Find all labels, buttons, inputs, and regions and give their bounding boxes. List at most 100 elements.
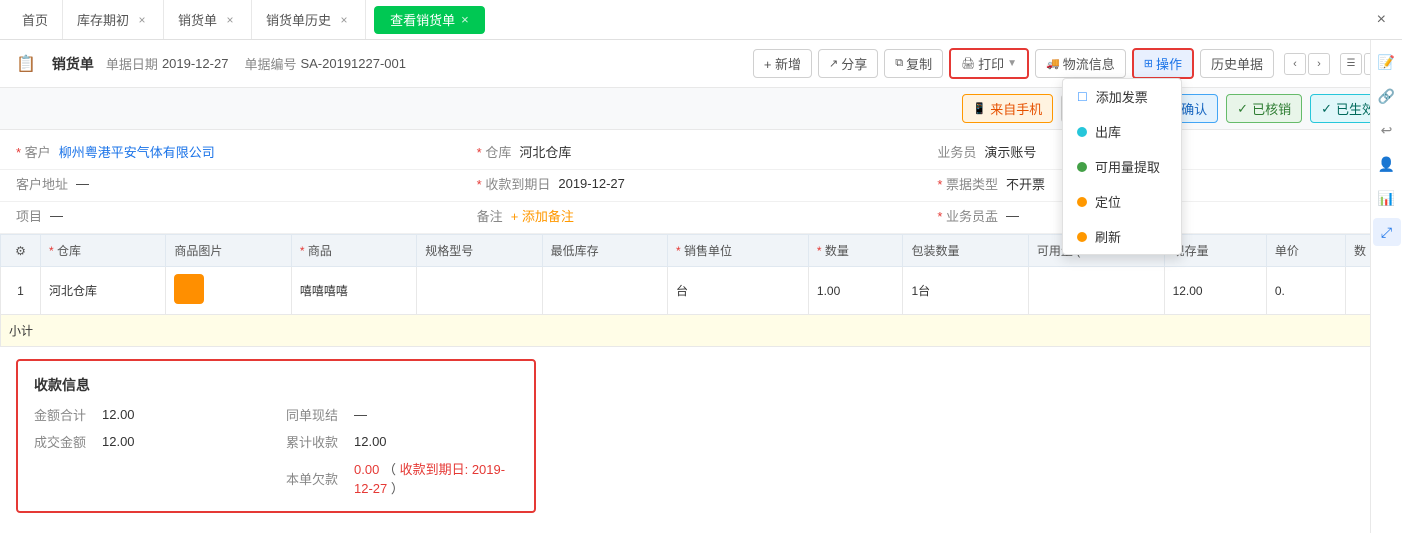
project-value: —: [50, 208, 63, 223]
tab-sales-history[interactable]: 销货单历史 ×: [252, 0, 366, 39]
next-arrow[interactable]: ›: [1308, 53, 1330, 75]
nav-arrows: ‹ ›: [1284, 53, 1330, 75]
operate-button[interactable]: ⊞ 操作: [1132, 48, 1194, 79]
summary-left: 金额合计 12.00 成交金额 12.00: [34, 405, 266, 497]
tab-home[interactable]: 首页: [8, 0, 63, 39]
history-button[interactable]: 历史单据: [1200, 49, 1274, 78]
tab-close-view-sales[interactable]: ×: [461, 12, 469, 27]
row-image: [166, 267, 291, 315]
current-arrears-row: 本单欠款 0.00 （ 收款到期日: 2019-12-27 ）: [286, 459, 518, 497]
accumulated-value: 12.00: [354, 434, 387, 449]
total-amount-row: 金额合计 12.00: [34, 405, 266, 424]
form-section-2: 客户地址 — 收款到期日 2019-12-27 票据类型 不开票: [0, 170, 1402, 202]
dropdown-outbound[interactable]: 出库: [1063, 114, 1181, 149]
customer-value[interactable]: 柳州粤港平安气体有限公司: [59, 142, 215, 161]
note-field: 备注 + 添加备注: [477, 206, 926, 225]
logistics-button[interactable]: 🚚 物流信息: [1035, 49, 1126, 78]
warehouse-value: 河北仓库: [519, 142, 571, 161]
customer-label: 客户: [16, 142, 51, 161]
total-amount-label: 金额合计: [34, 405, 94, 424]
row-available: [1028, 267, 1164, 315]
col-spec: 规格型号: [417, 235, 542, 267]
accumulated-label: 累计收款: [286, 432, 346, 451]
tab-bar: 首页 库存期初 × 销货单 × 销货单历史 × 查看销货单 × ×: [0, 0, 1402, 40]
col-image: 商品图片: [166, 235, 291, 267]
right-sidebar: 📝 🔗 ↩ 👤 📊 ⤢: [1370, 40, 1402, 533]
accumulated-row: 累计收款 12.00: [286, 432, 518, 451]
row-min-stock: [542, 267, 667, 315]
warehouse-field: 仓库 河北仓库: [477, 142, 926, 161]
same-order-row: 同单现结 —: [286, 405, 518, 424]
row-unit: 台: [668, 267, 809, 315]
verified-btn[interactable]: ✓ 已核销: [1226, 94, 1302, 123]
current-arrears-label: 本单欠款: [286, 469, 346, 488]
row-price: 0.: [1266, 267, 1345, 315]
subtotal-label: 小计: [1, 315, 1402, 347]
staff-label: 业务员: [937, 142, 976, 161]
dropdown-add-invoice[interactable]: ☐ 添加发票: [1063, 79, 1181, 114]
address-value: —: [76, 176, 89, 191]
copy-button[interactable]: ⧉ 复制: [884, 49, 943, 78]
dropdown-refresh[interactable]: 刷新: [1063, 219, 1181, 254]
note-label: 备注: [477, 206, 503, 225]
project-field: 项目 —: [16, 206, 465, 225]
salesperson-value: —: [1006, 208, 1019, 223]
add-note-btn[interactable]: + 添加备注: [511, 206, 574, 225]
transaction-row: 成交金额 12.00: [34, 432, 266, 451]
project-label: 项目: [16, 206, 42, 225]
status-bar: 📱 来自手机 未开票 ✓ 已确认 ✓ 已核销 ✓ 已生效: [0, 88, 1402, 130]
staff-value: 演示账号: [984, 142, 1036, 161]
tab-view-sales[interactable]: 查看销货单 ×: [374, 6, 485, 34]
number-value: SA-20191227-001: [300, 56, 406, 71]
col-product: 商品: [291, 235, 416, 267]
summary-section: 收款信息 金额合计 12.00 成交金额 12.00: [16, 359, 536, 513]
dropdown-locate[interactable]: 定位: [1063, 184, 1181, 219]
date-label: 单据日期: [106, 54, 158, 73]
same-order-value: —: [354, 407, 367, 422]
sidebar-user-icon[interactable]: 👤: [1373, 150, 1401, 178]
address-label: 客户地址: [16, 174, 68, 193]
date-value: 2019-12-27: [162, 56, 229, 71]
print-button[interactable]: 🖨 打印 ▼: [949, 48, 1029, 79]
product-thumbnail: [174, 274, 204, 304]
window-close-button[interactable]: ×: [1369, 7, 1394, 33]
new-button[interactable]: + 新增: [753, 49, 812, 78]
tab-close-sales-order[interactable]: ×: [223, 13, 237, 27]
row-spec: [417, 267, 542, 315]
sidebar-link-icon[interactable]: 🔗: [1373, 82, 1401, 110]
layout-list[interactable]: ☰: [1340, 53, 1362, 75]
row-warehouse: 河北仓库: [41, 267, 166, 315]
transaction-label: 成交金额: [34, 432, 94, 451]
tab-inventory-init[interactable]: 库存期初 ×: [63, 0, 164, 39]
customer-field: 客户 柳州粤港平安气体有限公司: [16, 142, 465, 161]
tab-close-inventory-init[interactable]: ×: [135, 13, 149, 27]
sidebar-return-icon[interactable]: ↩: [1373, 116, 1401, 144]
from-mobile-btn[interactable]: 📱 来自手机: [962, 94, 1054, 123]
col-unit: 销售单位: [668, 235, 809, 267]
doc-type-label: 销货单: [52, 54, 94, 74]
tab-sales-order[interactable]: 销货单 ×: [164, 0, 252, 39]
salesperson-label: 业务员盂: [937, 206, 998, 225]
sidebar-expand-icon[interactable]: ⤢: [1373, 218, 1401, 246]
dropdown-menu: ☐ 添加发票 出库 可用量提取 定位 刷新: [1062, 78, 1182, 255]
sidebar-edit-icon[interactable]: 📝: [1373, 48, 1401, 76]
col-min-stock: 最低库存: [542, 235, 667, 267]
table-container: ⚙ 仓库 商品图片 商品 规格型号 最低库存 销售单位 数量 包装数量 可用量 …: [0, 234, 1402, 347]
current-arrears-value: 0.00 （ 收款到期日: 2019-12-27 ）: [354, 459, 518, 497]
payment-date-field: 收款到期日 2019-12-27: [477, 174, 926, 193]
dropdown-available-qty[interactable]: 可用量提取: [1063, 149, 1181, 184]
tab-close-sales-history[interactable]: ×: [337, 13, 351, 27]
row-current-stock: 12.00: [1164, 267, 1266, 315]
col-settings[interactable]: ⚙: [1, 235, 41, 267]
address-field: 客户地址 —: [16, 174, 465, 193]
table-row: 1 河北仓库 嘻嘻嘻嘻 台 1.00 1台 12: [1, 267, 1402, 315]
share-button[interactable]: ↗ 分享: [818, 49, 878, 78]
col-price: 单价: [1266, 235, 1345, 267]
ticket-type-label: 票据类型: [937, 174, 998, 193]
ticket-type-value: 不开票: [1006, 174, 1045, 193]
col-warehouse: 仓库: [41, 235, 166, 267]
col-quantity: 数量: [808, 235, 903, 267]
prev-arrow[interactable]: ‹: [1284, 53, 1306, 75]
sidebar-chart-icon[interactable]: 📊: [1373, 184, 1401, 212]
row-pack-qty: 1台: [903, 267, 1028, 315]
